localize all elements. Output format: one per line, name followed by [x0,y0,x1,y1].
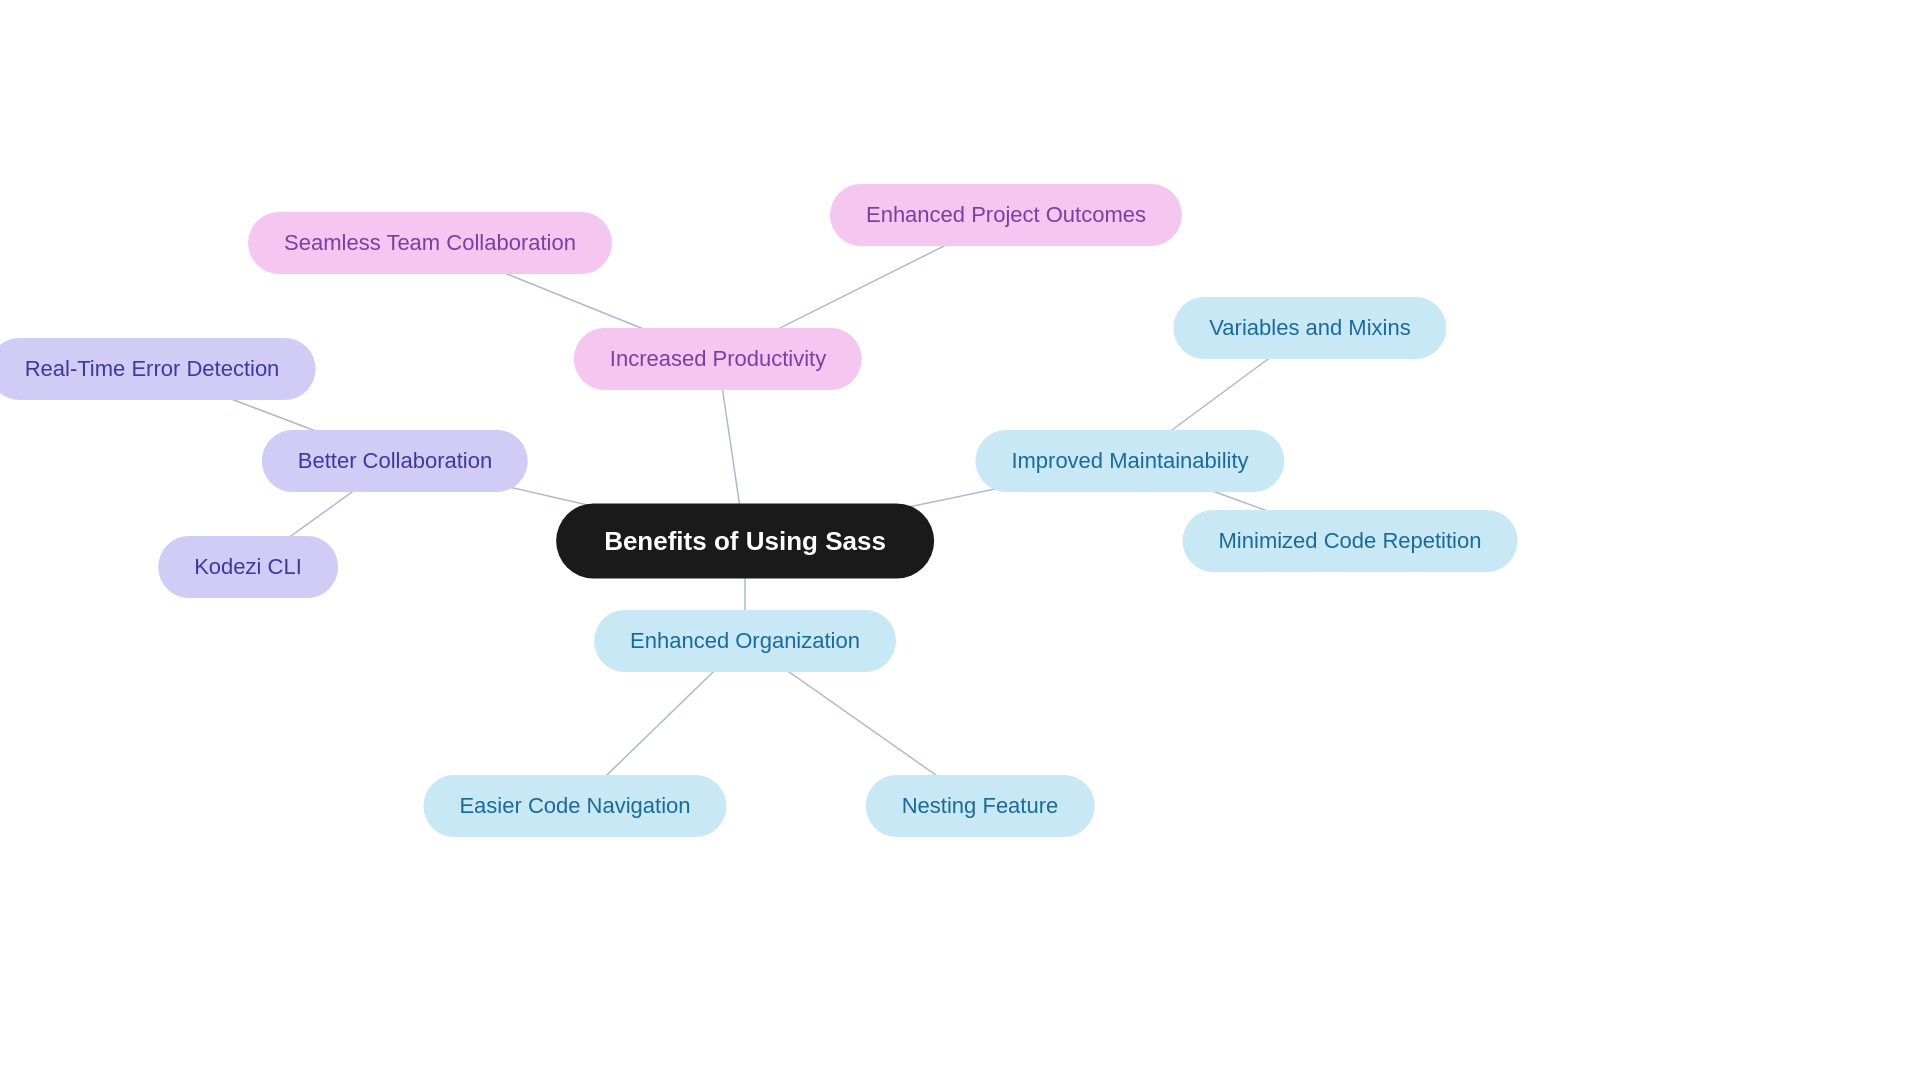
node-better-collaboration[interactable]: Better Collaboration [262,430,528,492]
node-nesting-feature[interactable]: Nesting Feature [866,775,1095,837]
node-increased-productivity[interactable]: Increased Productivity [574,328,862,390]
node-improved-maintainability[interactable]: Improved Maintainability [975,430,1284,492]
node-variables-and-mixins[interactable]: Variables and Mixins [1173,297,1446,359]
node-minimized-code-repetition[interactable]: Minimized Code Repetition [1183,510,1518,572]
node-kodezi-cli[interactable]: Kodezi CLI [158,536,338,598]
node-real-time-error-detection[interactable]: Real-Time Error Detection [0,338,315,400]
node-seamless-team-collaboration[interactable]: Seamless Team Collaboration [248,212,612,274]
mindmap-container: Benefits of Using Sass Increased Producti… [0,0,1920,1083]
node-enhanced-project-outcomes[interactable]: Enhanced Project Outcomes [830,184,1182,246]
node-center[interactable]: Benefits of Using Sass [556,504,934,579]
node-enhanced-organization[interactable]: Enhanced Organization [594,610,896,672]
node-easier-code-navigation[interactable]: Easier Code Navigation [423,775,726,837]
